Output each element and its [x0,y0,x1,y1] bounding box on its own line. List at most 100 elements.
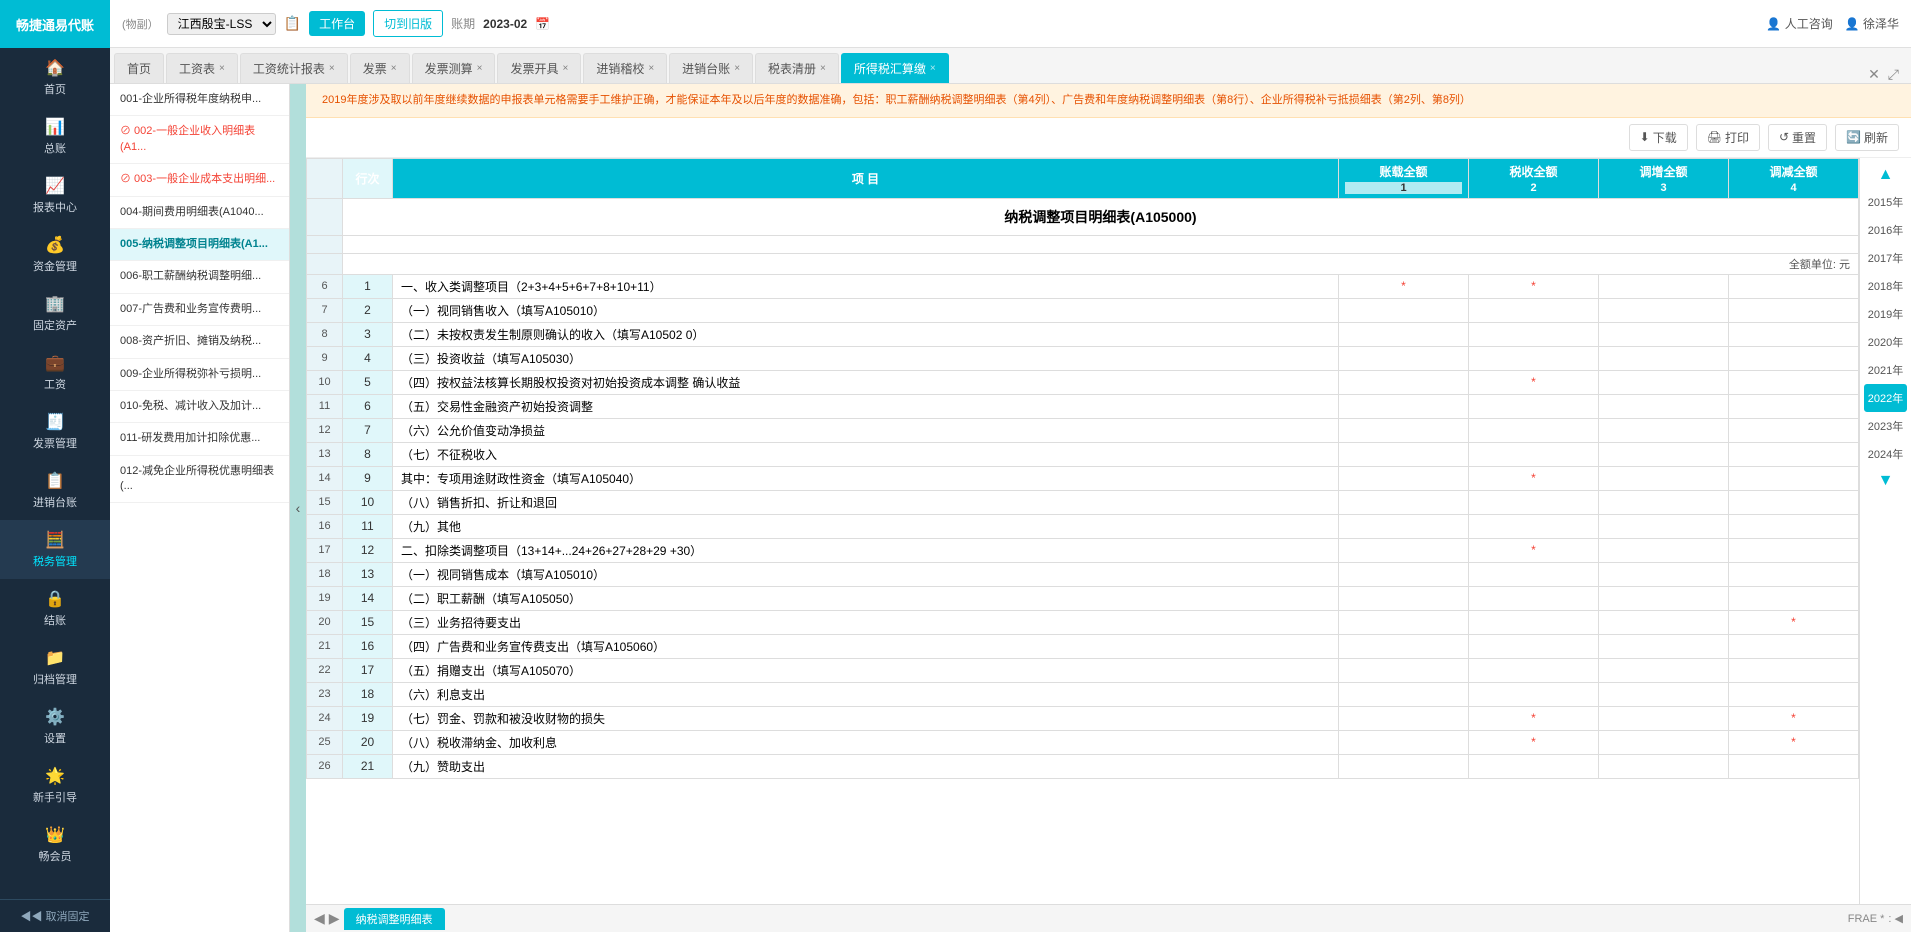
frae-label: FRAE * [1848,913,1885,925]
download-button[interactable]: ⬇ 下载 [1629,124,1688,151]
collapse-button[interactable]: ‹ [290,84,306,932]
sidebar-item-reports[interactable]: 📈报表中心 [0,166,110,225]
list-item-005[interactable]: 005-纳税调整项目明细表(A1... [110,229,289,261]
sidebar-item-member[interactable]: 👑畅会员 [0,815,110,874]
tab-2[interactable]: 工资统计报表× [240,53,348,83]
table-row: 11 6 （五）交易性金融资产初始投资调整 [307,394,1859,418]
company-prefix: (物副） [122,16,159,32]
sidebar-item-home[interactable]: 🏠 首页 [0,48,110,107]
year-item-2017年[interactable]: 2017年 [1864,244,1907,272]
list-item-007[interactable]: 007-广告费和业务宣传费明... [110,294,289,326]
table-row: 13 8 （七）不征税收入 [307,442,1859,466]
sidebar-item-label: 税务管理 [33,553,77,569]
topbar: (物副） 江西殷宝-LSS 📋 工作台 切到旧版 账期 2023-02 📅 👤 … [110,0,1911,48]
close-all-button[interactable]: ✕ [1868,66,1880,83]
tab-0[interactable]: 首页 [114,53,164,83]
tab-close-7[interactable]: × [734,63,740,74]
refresh-button[interactable]: 🔄 刷新 [1835,124,1899,151]
list-item-004[interactable]: 004-期间费用明细表(A1040... [110,197,289,229]
payroll-icon: 💼 [45,353,65,373]
sidebar-item-settings[interactable]: ⚙️设置 [0,697,110,756]
topbar-right: 👤 人工咨询 👤 徐泽华 [1766,15,1899,32]
user-menu[interactable]: 👤 徐泽华 [1845,15,1899,32]
tab-9[interactable]: 所得税汇算缴× [841,53,949,83]
list-item-002[interactable]: ⊘ 002-一般企业收入明细表(A1... [110,116,289,164]
list-item-010[interactable]: 010-免税、减计收入及加计... [110,391,289,423]
year-up-button[interactable]: ▲ [1874,162,1898,188]
tab-3[interactable]: 发票× [350,53,410,83]
sheet-nav-left[interactable]: ◀ [314,910,325,927]
sidebar-item-guide[interactable]: 🌟新手引导 [0,756,110,815]
tab-8[interactable]: 税表清册× [755,53,839,83]
year-item-2018年[interactable]: 2018年 [1864,272,1907,300]
sidebar-item-ledger[interactable]: 📊总账 [0,107,110,166]
table-row: 19 14 （二）职工薪酬（填写A105050） [307,586,1859,610]
consult-button[interactable]: 👤 人工咨询 [1766,15,1832,32]
tab-close-2[interactable]: × [329,63,335,74]
unpin-button[interactable]: ◀◀ 取消固定 [0,899,110,932]
list-item-003[interactable]: ⊘ 003-一般企业成本支出明细... [110,164,289,196]
sidebar-item-close[interactable]: 🔒结账 [0,579,110,638]
tab-5[interactable]: 发票开具× [497,53,581,83]
company-select[interactable]: 江西殷宝-LSS [167,13,276,35]
reset-button[interactable]: ↺ 重置 [1768,124,1827,151]
sidebar-item-label: 固定资产 [33,317,77,333]
year-item-2022年[interactable]: 2022年 [1864,384,1907,412]
tab-close-5[interactable]: × [562,63,568,74]
tab-close-9[interactable]: × [930,63,936,74]
table-row: 10 5 （四）按权益法核算长期股权投资对初始投资成本调整 确认收益 * [307,370,1859,394]
year-item-2019年[interactable]: 2019年 [1864,300,1907,328]
year-down-button[interactable]: ▼ [1874,468,1898,494]
sidebar-item-invoice-mgmt[interactable]: 🧾发票管理 [0,402,110,461]
sidebar-item-purchase-ledger[interactable]: 📋进销台账 [0,461,110,520]
year-item-2024年[interactable]: 2024年 [1864,440,1907,468]
tab-close-1[interactable]: × [219,63,225,74]
sheet-tab[interactable]: 纳税调整明细表 [344,908,445,930]
list-item-012[interactable]: 012-减免企业所得税优惠明细表(... [110,456,289,504]
year-item-2015年[interactable]: 2015年 [1864,188,1907,216]
tab-4[interactable]: 发票测算× [412,53,496,83]
list-item-011[interactable]: 011-研发费用加计扣除优惠... [110,423,289,455]
tax-mgmt-icon: 🧮 [45,530,65,550]
workbench-button[interactable]: 工作台 [309,11,365,36]
sidebar-item-label: 发票管理 [33,435,77,451]
print-button[interactable]: 🖨 打印 [1696,124,1760,151]
list-item-001[interactable]: 001-企业所得税年度纳税申... [110,84,289,116]
tab-close-4[interactable]: × [477,63,483,74]
sidebar-item-fixed-assets[interactable]: 🏢固定资产 [0,284,110,343]
unit-label: 全额单位: 元 [343,253,1859,274]
list-item-008[interactable]: 008-资产折旧、摊销及纳税... [110,326,289,358]
sidebar-item-tax-mgmt[interactable]: 🧮 税务管理 [0,520,110,579]
switch-old-button[interactable]: 切到旧版 [373,10,443,37]
maximize-button[interactable]: ⤢ [1888,66,1899,83]
year-item-2023年[interactable]: 2023年 [1864,412,1907,440]
tab-1[interactable]: 工资表× [166,53,238,83]
sidebar-logo: 畅捷通易代账 [0,0,110,48]
table-row: 6 1 一、收入类调整项目（2+3+4+5+6+7+8+10+11） * * [307,274,1859,298]
sidebar-item-payroll[interactable]: 💼工资 [0,343,110,402]
table-row: 8 3 （二）未按权责发生制原则确认的收入（填写A10502 0） [307,322,1859,346]
sidebar: 畅捷通易代账 🏠 首页 📊总账📈报表中心💰资金管理🏢固定资产💼工资🧾发票管理📋进销台… [0,0,110,932]
list-item-009[interactable]: 009-企业所得税弥补亏损明... [110,359,289,391]
sidebar-item-label: 首页 [44,81,66,97]
list-item-006[interactable]: 006-职工薪酬纳税调整明细... [110,261,289,293]
calendar-icon[interactable]: 📅 [535,17,550,31]
list-panel: 001-企业所得税年度纳税申...⊘ 002-一般企业收入明细表(A1...⊘ … [110,84,290,932]
tab-6[interactable]: 进销稽校× [583,53,667,83]
sidebar-item-archive[interactable]: 📁归档管理 [0,638,110,697]
sidebar-item-label: 结账 [44,612,66,628]
home-icon: 🏠 [45,58,65,78]
sidebar-item-assets-mgmt[interactable]: 💰资金管理 [0,225,110,284]
year-item-2016年[interactable]: 2016年 [1864,216,1907,244]
tab-close-3[interactable]: × [391,63,397,74]
row-num-header [307,158,343,198]
tab-close-6[interactable]: × [648,63,654,74]
year-item-2020年[interactable]: 2020年 [1864,328,1907,356]
table-row: 16 11 （九）其他 [307,514,1859,538]
col-d-header: 税收全额 2 [1469,158,1599,198]
main-content: 2019年度涉及取以前年度继续数据的申报表单元格需要手工维护正确，才能保证本年及… [306,84,1911,932]
tab-close-8[interactable]: × [820,63,826,74]
year-item-2021年[interactable]: 2021年 [1864,356,1907,384]
tab-7[interactable]: 进销台账× [669,53,753,83]
sheet-nav-right[interactable]: ▶ [329,910,340,927]
